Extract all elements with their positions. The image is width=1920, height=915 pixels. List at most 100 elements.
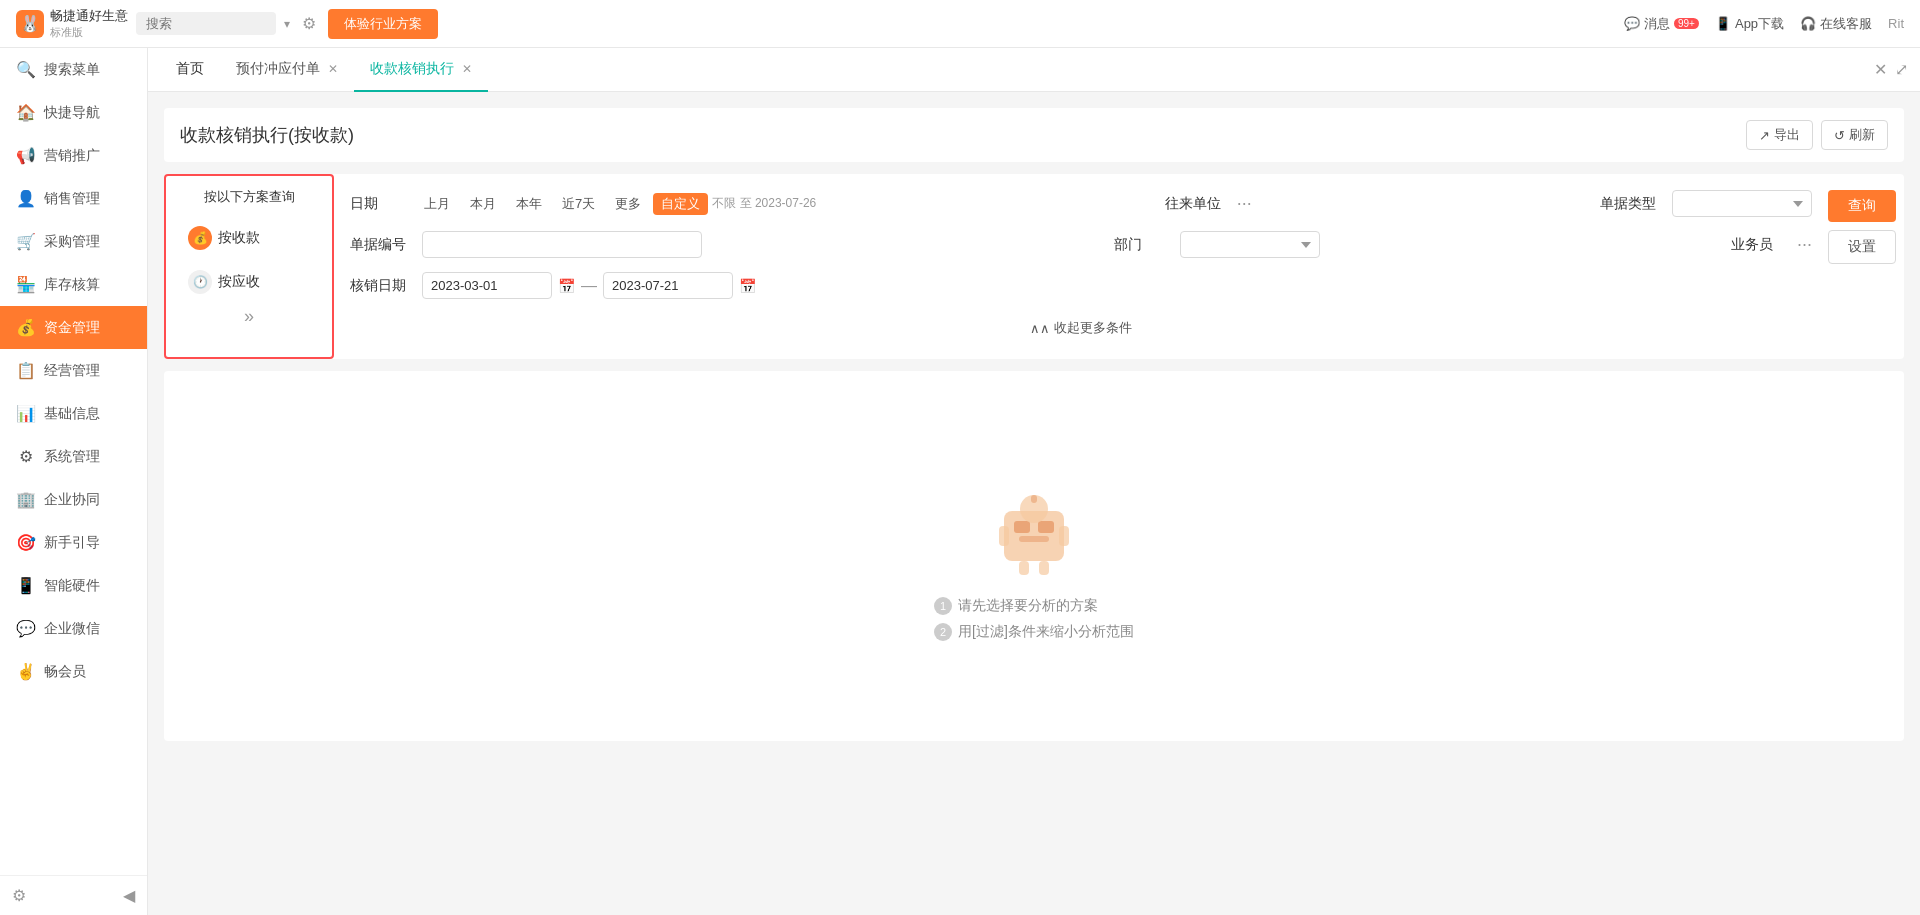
tab-prepay-close[interactable]: ✕ [328,62,338,76]
sidebar-item-system[interactable]: ⚙ 系统管理 [0,435,147,478]
setting-button[interactable]: 设置 [1828,230,1896,264]
sidebar-item-purchase[interactable]: 🛒 采购管理 [0,220,147,263]
sidebar-item-search-menu[interactable]: 🔍 搜索菜单 [0,48,147,91]
filter-row-2: 单据编号 部门 业务员 ··· [350,231,1812,258]
message-action[interactable]: 💬 消息 99+ [1624,15,1699,33]
trial-button[interactable]: 体验行业方案 [328,9,438,39]
filter-area: 日期 上月 本月 本年 近7天 更多 自定义 不限 至 2023-07-26 往… [334,174,1828,359]
main-layout: 🔍 搜索菜单 🏠 快捷导航 📢 营销推广 👤 销售管理 🛒 采购管理 🏪 库存核… [0,48,1920,915]
online-service-action[interactable]: 🎧 在线客服 [1800,15,1872,33]
calendar-start-icon[interactable]: 📅 [558,278,575,294]
expand-icon[interactable]: ⤢ [1895,60,1908,79]
date-btn-7days[interactable]: 近7天 [554,193,603,215]
search-icon: 🔍 [16,60,36,79]
query-option-receipt[interactable]: 💰 按收款 [178,218,320,258]
date-btn-custom[interactable]: 自定义 [653,193,708,215]
tab-receipt-writeoff[interactable]: 收款核销执行 ✕ [354,48,488,92]
dept-select[interactable] [1180,231,1320,258]
member-icon: ✌ [16,662,36,681]
tab-receipt-writeoff-label: 收款核销执行 [370,60,454,78]
sidebar-item-inventory[interactable]: 🏪 库存核算 [0,263,147,306]
chevron-up-icon: ∧∧ [1030,321,1050,336]
hint-num-2: 2 [934,623,952,641]
doc-type-select[interactable] [1672,190,1812,217]
writeoff-end-date[interactable] [603,272,733,299]
wechat-icon: 💬 [16,619,36,638]
sidebar-label-system: 系统管理 [44,448,100,466]
sidebar-item-newbie[interactable]: 🎯 新手引导 [0,521,147,564]
collapse-more-button[interactable]: ∧∧ 收起更多条件 [350,313,1812,343]
purchase-icon: 🛒 [16,232,36,251]
app-download-action[interactable]: 📱 App下载 [1715,15,1784,33]
tabbar-actions: ✕ ⤢ [1874,60,1908,79]
empty-illustration [979,471,1089,585]
tab-prepay[interactable]: 预付冲应付单 ✕ [220,48,354,92]
sidebar: 🔍 搜索菜单 🏠 快捷导航 📢 营销推广 👤 销售管理 🛒 采购管理 🏪 库存核… [0,48,148,915]
search-input[interactable] [136,12,276,35]
writeoff-start-date[interactable] [422,272,552,299]
gear-icon[interactable]: ⚙ [298,10,320,37]
message-label: 消息 [1644,15,1670,33]
sidebar-item-basics[interactable]: 📊 基础信息 [0,392,147,435]
results-area: 1 请先选择要分析的方案 2 用[过滤]条件来缩小分析范围 [164,371,1904,741]
user-name: Rit [1888,16,1904,31]
chevron-down-icon[interactable]: ▾ [284,17,290,31]
sidebar-item-finance[interactable]: 💰 资金管理 [0,306,147,349]
date-btn-last-month[interactable]: 上月 [416,193,458,215]
hardware-icon: 📱 [16,576,36,595]
staff-dots[interactable]: ··· [1797,234,1812,255]
sidebar-item-member[interactable]: ✌ 畅会员 [0,650,147,693]
home-icon: 🏠 [16,103,36,122]
sidebar-label-search-menu: 搜索菜单 [44,61,100,79]
sidebar-item-marketing[interactable]: 📢 营销推广 [0,134,147,177]
query-panel-collapse[interactable]: » [178,306,320,327]
collapse-sidebar-icon[interactable]: ◀ [123,886,135,905]
staff-label: 业务员 [1731,236,1781,254]
filter-row-3: 核销日期 📅 — 📅 [350,272,1812,299]
sidebar-label-finance: 资金管理 [44,319,100,337]
filter-container: 按以下方案查询 💰 按收款 🕐 按应收 » 日期 [164,174,1904,359]
partner-dots[interactable]: ··· [1237,193,1252,214]
doc-no-label: 单据编号 [350,236,406,254]
query-button[interactable]: 查询 [1828,190,1896,222]
sidebar-item-hardware[interactable]: 📱 智能硬件 [0,564,147,607]
date-label: 日期 [350,195,400,213]
svg-rect-7 [1031,495,1037,503]
query-option-receivable[interactable]: 🕐 按应收 [178,262,320,302]
settings-bottom-icon[interactable]: ⚙ [12,886,26,905]
refresh-button[interactable]: ↺ 刷新 [1821,120,1888,150]
tab-receipt-writeoff-close[interactable]: ✕ [462,62,472,76]
sidebar-label-basics: 基础信息 [44,405,100,423]
sales-icon: 👤 [16,189,36,208]
date-shortcuts: 上月 本月 本年 近7天 更多 自定义 不限 至 2023-07-26 [416,193,816,215]
receipt-option-label: 按收款 [218,229,260,247]
writeoff-date-label: 核销日期 [350,277,406,295]
sidebar-item-sales[interactable]: 👤 销售管理 [0,177,147,220]
empty-hint-2: 2 用[过滤]条件来缩小分析范围 [934,623,1134,641]
calendar-end-icon[interactable]: 📅 [739,278,756,294]
svg-rect-5 [1019,536,1049,542]
date-btn-this-month[interactable]: 本月 [462,193,504,215]
close-all-icon[interactable]: ✕ [1874,60,1887,79]
sidebar-item-enterprise[interactable]: 🏢 企业协同 [0,478,147,521]
topbar: 🐰 畅捷通好生意 标准版 ▾ ⚙ 体验行业方案 💬 消息 99+ 📱 App下载… [0,0,1920,48]
date-btn-this-year[interactable]: 本年 [508,193,550,215]
hint-text-1: 请先选择要分析的方案 [958,597,1098,615]
sidebar-label-sales: 销售管理 [44,190,100,208]
doc-no-input[interactable] [422,231,702,258]
sidebar-item-quick-nav[interactable]: 🏠 快捷导航 [0,91,147,134]
sidebar-item-wechat[interactable]: 💬 企业微信 [0,607,147,650]
sidebar-item-operations[interactable]: 📋 经营管理 [0,349,147,392]
sidebar-label-wechat: 企业微信 [44,620,100,638]
system-icon: ⚙ [16,447,36,466]
date-btn-more[interactable]: 更多 [607,193,649,215]
refresh-icon: ↺ [1834,128,1845,143]
message-badge: 99+ [1674,18,1699,29]
sidebar-label-newbie: 新手引导 [44,534,100,552]
finance-icon: 💰 [16,318,36,337]
export-button[interactable]: ↗ 导出 [1746,120,1813,150]
tab-home[interactable]: 首页 [160,48,220,92]
sidebar-label-purchase: 采购管理 [44,233,100,251]
query-panel: 按以下方案查询 💰 按收款 🕐 按应收 » [164,174,334,359]
doc-type-label: 单据类型 [1600,195,1656,213]
